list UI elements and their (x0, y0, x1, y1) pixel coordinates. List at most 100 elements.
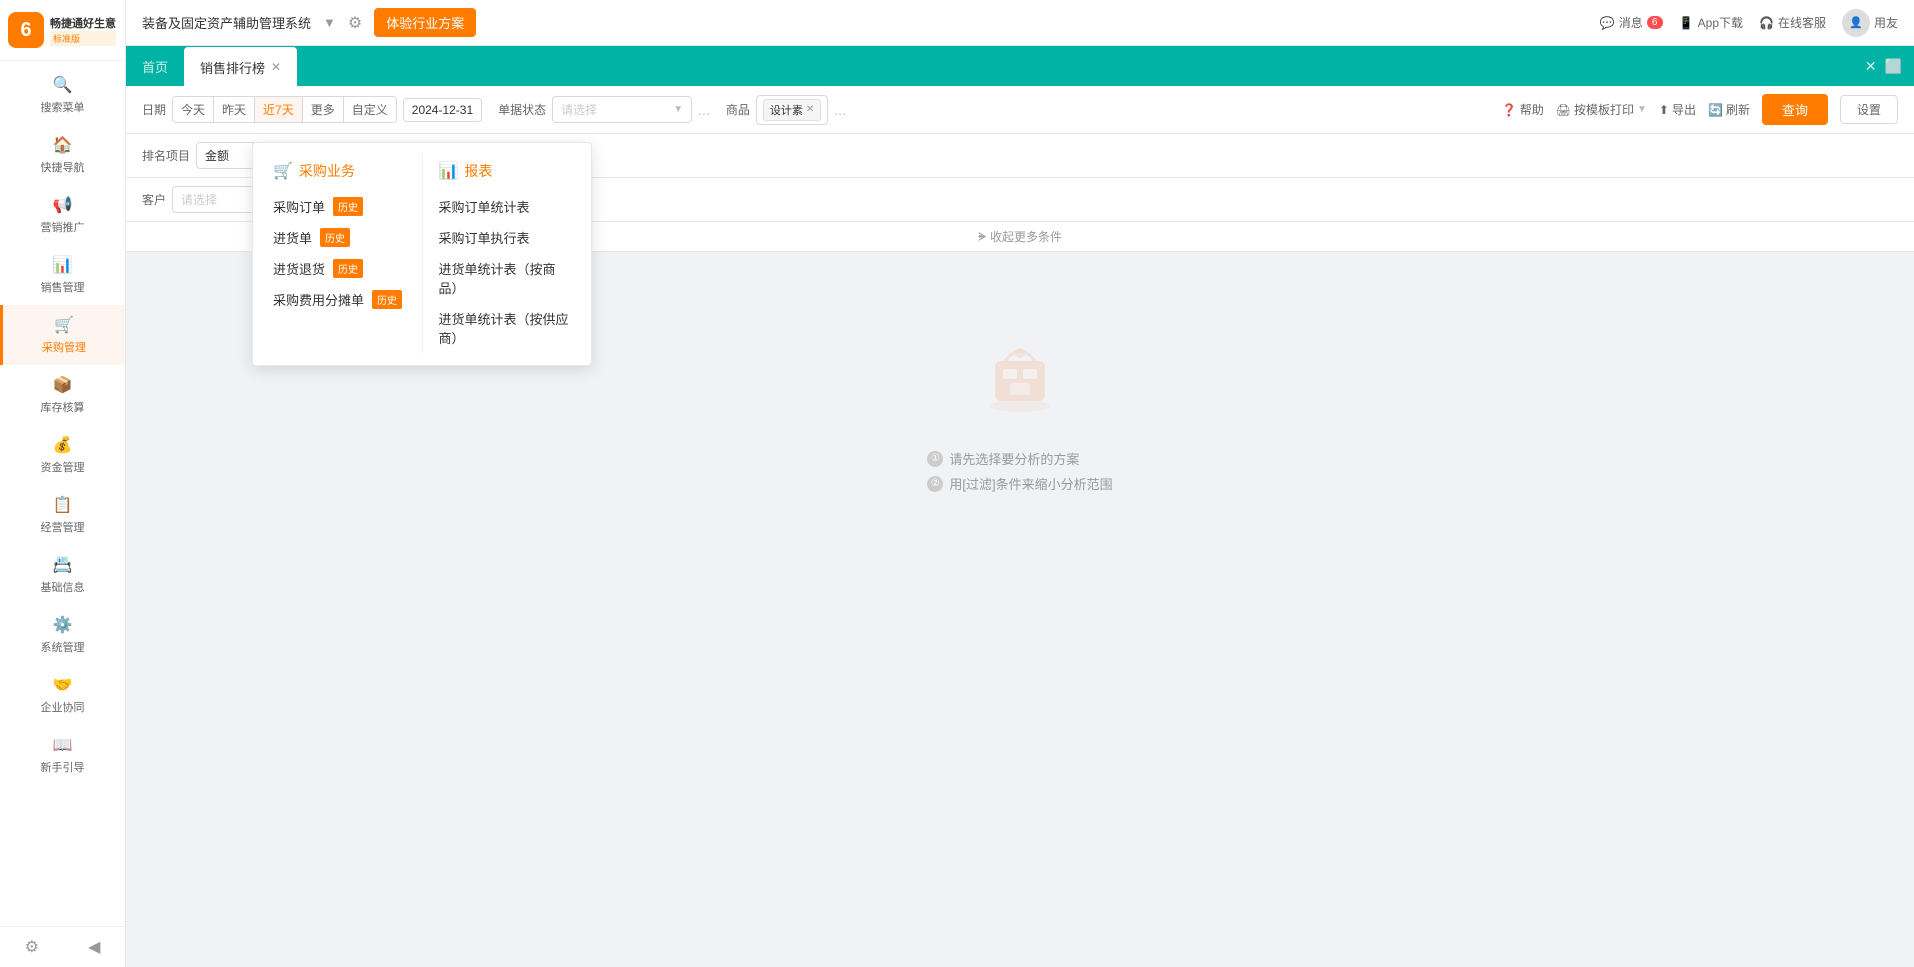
sidebar-item-sales[interactable]: 📊 销售管理 (0, 245, 125, 305)
app-download-btn[interactable]: 📱 App下载 (1679, 14, 1743, 31)
tab-home[interactable]: 首页 (126, 46, 184, 86)
report-col: 📊 报表 采购订单统计表 采购订单执行表 进货单统计表（按商品） (431, 155, 580, 353)
marketing-nav-icon: 📢 (53, 195, 73, 215)
messages-btn[interactable]: 💬 消息 6 (1600, 14, 1663, 31)
report-col-title: 报表 (464, 161, 492, 181)
goods-filter: 商品 设计素 ✕ ... (726, 95, 846, 125)
topbar-right: 💬 消息 6 📱 App下载 🎧 在线客服 👤 用友 (1600, 9, 1898, 37)
tab-bar: 首页 销售排行榜 ✕ ✕ ⬜ (126, 46, 1914, 86)
print-btn[interactable]: 🖨 按模板打印 ▼ (1556, 101, 1647, 118)
history-badge-0: 历史 (333, 197, 363, 216)
date-custom-btn[interactable]: 自定义 (344, 97, 396, 122)
purchase-nav-icon: 🛒 (54, 315, 74, 335)
menu-item-inbound-stats-supplier[interactable]: 进货单统计表（按供应商） (431, 303, 580, 353)
help-icon: ❓ (1502, 103, 1517, 117)
menu-item-order-stats[interactable]: 采购订单统计表 (431, 191, 580, 222)
finance-nav-icon: 💰 (53, 435, 73, 455)
basic-nav-icon: 📇 (53, 555, 73, 575)
tab-close-icon[interactable]: ✕ (271, 60, 281, 74)
sidebar-item-finance[interactable]: 💰 资金管理 (0, 425, 125, 485)
purchase-col-icon: 🛒 (273, 161, 293, 181)
sidebar-item-cooperation[interactable]: 🤝 企业协同 (0, 665, 125, 725)
goods-tag-container[interactable]: 设计素 ✕ (756, 95, 828, 125)
sidebar-collapse-icon[interactable]: ◀ (88, 937, 100, 957)
sidebar-item-marketing[interactable]: 📢 营销推广 (0, 185, 125, 245)
goods-tag: 设计素 ✕ (763, 99, 821, 121)
main-area: 装备及固定资产辅助管理系统 ▼ ⚙ 体验行业方案 💬 消息 6 📱 App下载 … (126, 0, 1914, 967)
logo-area: 6 畅捷通好生意 标准版 (0, 0, 125, 61)
system-nav-icon: ⚙️ (53, 615, 73, 635)
window-expand-icon[interactable]: ⬜ (1885, 58, 1902, 75)
query-button[interactable]: 查询 (1762, 94, 1828, 125)
empty-illustration (975, 331, 1065, 437)
date-today-btn[interactable]: 今天 (173, 97, 214, 122)
sidebar-item-inventory[interactable]: 📦 库存核算 (0, 365, 125, 425)
inventory-nav-icon: 📦 (53, 375, 73, 395)
doc-status-dots[interactable]: ... (698, 102, 710, 118)
online-service-btn[interactable]: 🎧 在线客服 (1759, 14, 1826, 31)
home-nav-icon: 🏠 (53, 135, 73, 155)
hint2-icon: ② (927, 476, 943, 492)
date-more-btn[interactable]: 更多 (303, 97, 344, 122)
refresh-btn[interactable]: 🔄 刷新 (1708, 101, 1750, 118)
export-btn[interactable]: ⬆ 导出 (1659, 101, 1696, 118)
menu-item-purchase-order[interactable]: 采购订单 历史 (265, 191, 414, 222)
history-badge-1: 历史 (320, 228, 350, 247)
cooperation-nav-icon: 🤝 (53, 675, 73, 695)
report-col-icon: 📊 (439, 161, 459, 181)
menu-item-order-exec[interactable]: 采购订单执行表 (431, 222, 580, 253)
export-icon: ⬆ (1659, 103, 1669, 117)
sales-nav-icon: 📊 (53, 255, 73, 275)
collapse-btn[interactable]: ᗙ 收起更多条件 (978, 230, 1062, 244)
sidebar-item-guide[interactable]: 📖 新手引导 (0, 725, 125, 785)
menu-item-fee[interactable]: 采购费用分摊单 历史 (265, 284, 414, 315)
phone-icon: 📱 (1679, 16, 1694, 30)
empty-hint2: 用[过滤]条件来缩小分析范围 (949, 474, 1112, 493)
date-buttons: 今天 昨天 近7天 更多 自定义 (172, 96, 397, 123)
sidebar: 6 畅捷通好生意 标准版 🔍 搜索菜单 🏠 快捷导航 📢 营销推广 📊 (0, 0, 126, 967)
sidebar-item-purchase[interactable]: 🛒 采购管理 (0, 305, 125, 365)
empty-hint1: 请先选择要分析的方案 (949, 449, 1079, 468)
user-btn[interactable]: 👤 用友 (1842, 9, 1898, 37)
goods-tag-remove[interactable]: ✕ (806, 104, 814, 115)
menu-item-inbound-stats-goods[interactable]: 进货单统计表（按商品） (431, 253, 580, 303)
purchase-col-header: 🛒 采购业务 (265, 155, 414, 187)
date-7days-btn[interactable]: 近7天 (255, 97, 303, 122)
hint1-icon: ① (927, 451, 943, 467)
refresh-icon: 🔄 (1708, 103, 1723, 117)
dropdown-arrow-icon[interactable]: ▼ (323, 15, 336, 30)
date-value-display[interactable]: 2024-12-31 (403, 98, 482, 122)
sidebar-item-search[interactable]: 🔍 搜索菜单 (0, 65, 125, 125)
sidebar-item-basic[interactable]: 📇 基础信息 (0, 545, 125, 605)
sidebar-settings-icon[interactable]: ⚙ (25, 937, 39, 957)
dropdown-divider (422, 155, 423, 353)
purchase-col-title: 采购业务 (299, 161, 355, 181)
message-icon: 💬 (1600, 16, 1615, 30)
print-icon: 🖨 (1556, 103, 1571, 117)
goods-label: 商品 (726, 101, 750, 118)
tab-sales-rank[interactable]: 销售排行榜 ✕ (184, 47, 297, 87)
gear-icon[interactable]: ⚙ (348, 13, 362, 33)
goods-dots[interactable]: ... (834, 102, 846, 118)
sidebar-item-quick-nav[interactable]: 🏠 快捷导航 (0, 125, 125, 185)
window-close-icon[interactable]: ✕ (1865, 58, 1877, 75)
history-badge-3: 历史 (372, 290, 402, 309)
customer-label: 客户 (142, 191, 166, 208)
doc-status-select[interactable]: 请选择 ▼ (552, 96, 692, 123)
setting-button[interactable]: 设置 (1840, 95, 1898, 124)
doc-status-filter: 单据状态 请选择 ▼ ... (498, 96, 710, 123)
date-yesterday-btn[interactable]: 昨天 (214, 97, 255, 122)
menu-item-inbound[interactable]: 进货单 历史 (265, 222, 414, 253)
industry-btn[interactable]: 体验行业方案 (374, 8, 476, 37)
help-btn[interactable]: ❓ 帮助 (1502, 101, 1544, 118)
logo-tag: 标准版 (50, 31, 116, 46)
report-col-header: 📊 报表 (431, 155, 580, 187)
rank-label: 排名项目 (142, 147, 190, 164)
print-arrow: ▼ (1637, 104, 1647, 115)
sidebar-item-operations[interactable]: 📋 经营管理 (0, 485, 125, 545)
sidebar-item-system[interactable]: ⚙️ 系统管理 (0, 605, 125, 665)
sidebar-nav: 🔍 搜索菜单 🏠 快捷导航 📢 营销推广 📊 销售管理 🛒 采购管理 📦 (0, 61, 125, 926)
tab-window-controls: ✕ ⬜ (1865, 58, 1914, 75)
menu-item-return[interactable]: 进货退货 历史 (265, 253, 414, 284)
content-area: 日期 今天 昨天 近7天 更多 自定义 2024-12-31 单据状态 (126, 86, 1914, 967)
